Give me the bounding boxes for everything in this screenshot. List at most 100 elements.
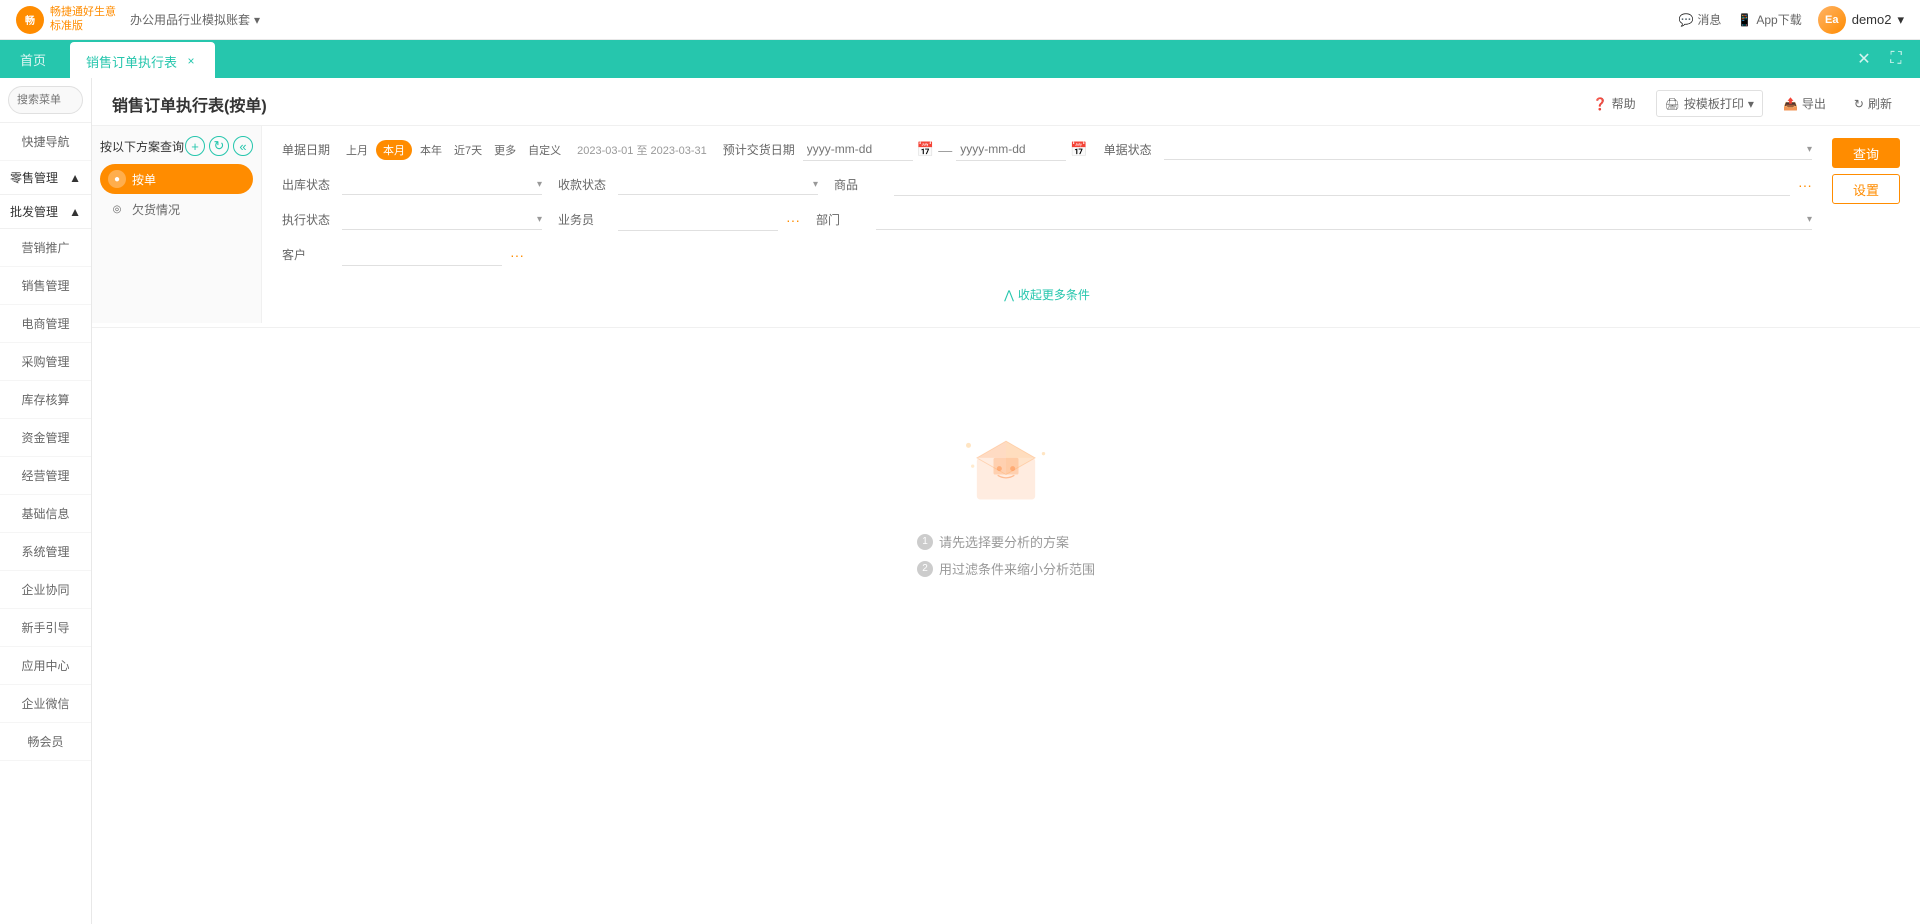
sidebar-item-business-label: 经营管理 xyxy=(21,467,69,484)
filter-panel-title-text: 按以下方案查询 xyxy=(100,138,184,155)
filter-field-bill-status: 单据状态 ▾ xyxy=(1104,140,1812,160)
company-selector[interactable]: 办公用品行业模拟账套 ▾ xyxy=(124,9,266,30)
avatar: Ea xyxy=(1818,6,1846,34)
message-label: 消息 xyxy=(1697,11,1721,28)
hint-text-1: 请先选择要分析的方案 xyxy=(939,532,1069,551)
filter-goods-input[interactable] xyxy=(894,173,1790,196)
sidebar-item-business[interactable]: 经营管理 xyxy=(0,457,91,495)
filter-shipment-select[interactable]: ▾ xyxy=(342,175,542,195)
filter-scheme-item-shortage[interactable]: ◎ 欠货情况 xyxy=(100,194,253,224)
filter-row-1: 单据日期 上月 本月 本年 近7天 更多 自定义 2023-03-01 至 20… xyxy=(282,138,1812,161)
logo-icon-text: 畅 xyxy=(25,12,35,27)
salesperson-more-icon[interactable]: ··· xyxy=(786,212,800,228)
search-input[interactable] xyxy=(8,86,83,114)
filter-collapse-button[interactable]: « xyxy=(233,136,253,156)
date-end-input[interactable] xyxy=(956,138,1066,161)
sidebar-item-newbie[interactable]: 新手引导 xyxy=(0,609,91,647)
filter-add-icon: + xyxy=(191,139,199,154)
sidebar-item-newbie-label: 新手引导 xyxy=(21,619,69,636)
filter-refresh-button[interactable]: ↻ xyxy=(209,136,229,156)
sidebar-section-wholesale-arrow: ▲ xyxy=(69,205,81,219)
sidebar-item-basic-info[interactable]: 基础信息 xyxy=(0,495,91,533)
app-download-button[interactable]: 📱 App下载 xyxy=(1737,11,1801,28)
filter-customer-input[interactable] xyxy=(342,243,502,266)
shipment-arrow-icon: ▾ xyxy=(537,179,542,190)
date-prev-month-btn[interactable]: 上月 xyxy=(342,140,372,160)
empty-hint-1: 1 请先选择要分析的方案 xyxy=(917,532,1095,551)
tab-close-button[interactable]: × xyxy=(183,53,199,69)
filter-date-range: 📅 — 📅 xyxy=(803,138,1088,161)
sidebar-item-ecommerce-label: 电商管理 xyxy=(21,315,69,332)
filter-field-customer: 客户 ··· xyxy=(282,243,524,266)
tab-active[interactable]: 销售订单执行表 × xyxy=(70,42,215,80)
logo-icon: 畅 xyxy=(16,6,44,34)
date-this-year-btn[interactable]: 本年 xyxy=(416,140,446,160)
tab-home[interactable]: 首页 xyxy=(0,40,66,78)
export-button[interactable]: 📤 导出 xyxy=(1775,91,1834,116)
refresh-button[interactable]: ↻ 刷新 xyxy=(1846,91,1900,116)
hint-num-1: 1 xyxy=(917,534,933,550)
refresh-icon: ↻ xyxy=(1854,97,1864,111)
export-icon: 📤 xyxy=(1783,97,1798,111)
tab-active-label: 销售订单执行表 xyxy=(86,52,177,71)
sidebar-item-quick-nav[interactable]: 快捷导航 xyxy=(0,123,91,161)
filter-field-date: 单据日期 上月 本月 本年 近7天 更多 自定义 2023-03-01 至 20… xyxy=(282,140,707,160)
sidebar-section-wholesale-header[interactable]: 批发管理 ▲ xyxy=(0,195,91,228)
date-this-month-btn[interactable]: 本月 xyxy=(376,140,412,160)
tab-close-window-button[interactable]: ✕ xyxy=(1852,47,1876,71)
date-start-calendar-icon[interactable]: 📅 xyxy=(917,141,934,158)
tab-home-label: 首页 xyxy=(20,50,46,69)
filter-field-expected-date: 预计交货日期 📅 — 📅 xyxy=(723,138,1088,161)
filter-salesperson-input[interactable] xyxy=(618,208,778,231)
date-custom-btn[interactable]: 自定义 xyxy=(524,140,565,160)
goods-more-icon[interactable]: ··· xyxy=(1798,177,1812,193)
sidebar-item-enterprise[interactable]: 企业协同 xyxy=(0,571,91,609)
sidebar-section-wholesale-label: 批发管理 xyxy=(10,203,58,220)
help-button[interactable]: ❓ 帮助 xyxy=(1585,91,1644,116)
date-end-calendar-icon[interactable]: 📅 xyxy=(1070,141,1087,158)
sidebar-item-system[interactable]: 系统管理 xyxy=(0,533,91,571)
refresh-label: 刷新 xyxy=(1868,95,1892,112)
settings-button[interactable]: 设置 xyxy=(1832,174,1900,204)
date-more-btn[interactable]: 更多 xyxy=(490,140,520,160)
hint-text-2: 用过滤条件来缩小分析范围 xyxy=(939,559,1095,578)
sidebar-item-sales[interactable]: 销售管理 xyxy=(0,267,91,305)
filter-bill-status-select[interactable]: ▾ xyxy=(1164,140,1812,160)
filter-exec-status-label: 执行状态 xyxy=(282,211,334,228)
filter-scheme-item-single[interactable]: ● 按单 xyxy=(100,164,253,194)
tab-bar: 首页 销售订单执行表 × ✕ ⛶ xyxy=(0,40,1920,78)
filter-collection-select[interactable]: ▾ xyxy=(618,175,818,195)
sidebar-item-inventory[interactable]: 库存核算 xyxy=(0,381,91,419)
sidebar-section-retail-header[interactable]: 零售管理 ▲ xyxy=(0,161,91,194)
filter-department-select[interactable]: ▾ xyxy=(876,210,1812,230)
filter-left-panel: 按以下方案查询 + ↻ « xyxy=(92,126,262,323)
sidebar-item-membership[interactable]: 畅会员 xyxy=(0,723,91,761)
filter-exec-status-select[interactable]: ▾ xyxy=(342,210,542,230)
filter-add-button[interactable]: + xyxy=(185,136,205,156)
sidebar-item-finance[interactable]: 资金管理 xyxy=(0,419,91,457)
empty-hint-2: 2 用过滤条件来缩小分析范围 xyxy=(917,559,1095,578)
tab-bar-right: ✕ ⛶ xyxy=(1852,47,1920,71)
sidebar-item-purchase[interactable]: 采购管理 xyxy=(0,343,91,381)
user-name: demo2 xyxy=(1852,12,1892,27)
page-title: 销售订单执行表(按单) xyxy=(112,92,267,116)
sidebar-item-finance-label: 资金管理 xyxy=(21,429,69,446)
filter-area: 按以下方案查询 + ↻ « xyxy=(92,126,1920,323)
message-button[interactable]: 💬 消息 xyxy=(1678,11,1721,28)
sidebar-item-purchase-label: 采购管理 xyxy=(21,353,69,370)
tab-expand-button[interactable]: ⛶ xyxy=(1884,47,1908,71)
user-info[interactable]: Ea demo2 ▾ xyxy=(1818,6,1904,34)
sidebar-item-app-center[interactable]: 应用中心 xyxy=(0,647,91,685)
query-button[interactable]: 查询 xyxy=(1832,138,1900,168)
sidebar-item-marketing[interactable]: 营销推广 xyxy=(0,229,91,267)
filter-main: 单据日期 上月 本月 本年 近7天 更多 自定义 2023-03-01 至 20… xyxy=(262,126,1832,323)
sidebar-item-wechat[interactable]: 企业微信 xyxy=(0,685,91,723)
collapse-more-btn[interactable]: ⋀ 收起更多条件 xyxy=(282,278,1812,311)
date-separator: — xyxy=(938,142,952,158)
sidebar-item-ecommerce[interactable]: 电商管理 xyxy=(0,305,91,343)
empty-state: 1 请先选择要分析的方案 2 用过滤条件来缩小分析范围 xyxy=(92,332,1920,658)
date-recent7-btn[interactable]: 近7天 xyxy=(450,140,486,160)
customer-more-icon[interactable]: ··· xyxy=(510,247,524,263)
date-start-input[interactable] xyxy=(803,138,913,161)
print-button[interactable]: 🖨 按模板打印 ▾ xyxy=(1656,90,1763,117)
